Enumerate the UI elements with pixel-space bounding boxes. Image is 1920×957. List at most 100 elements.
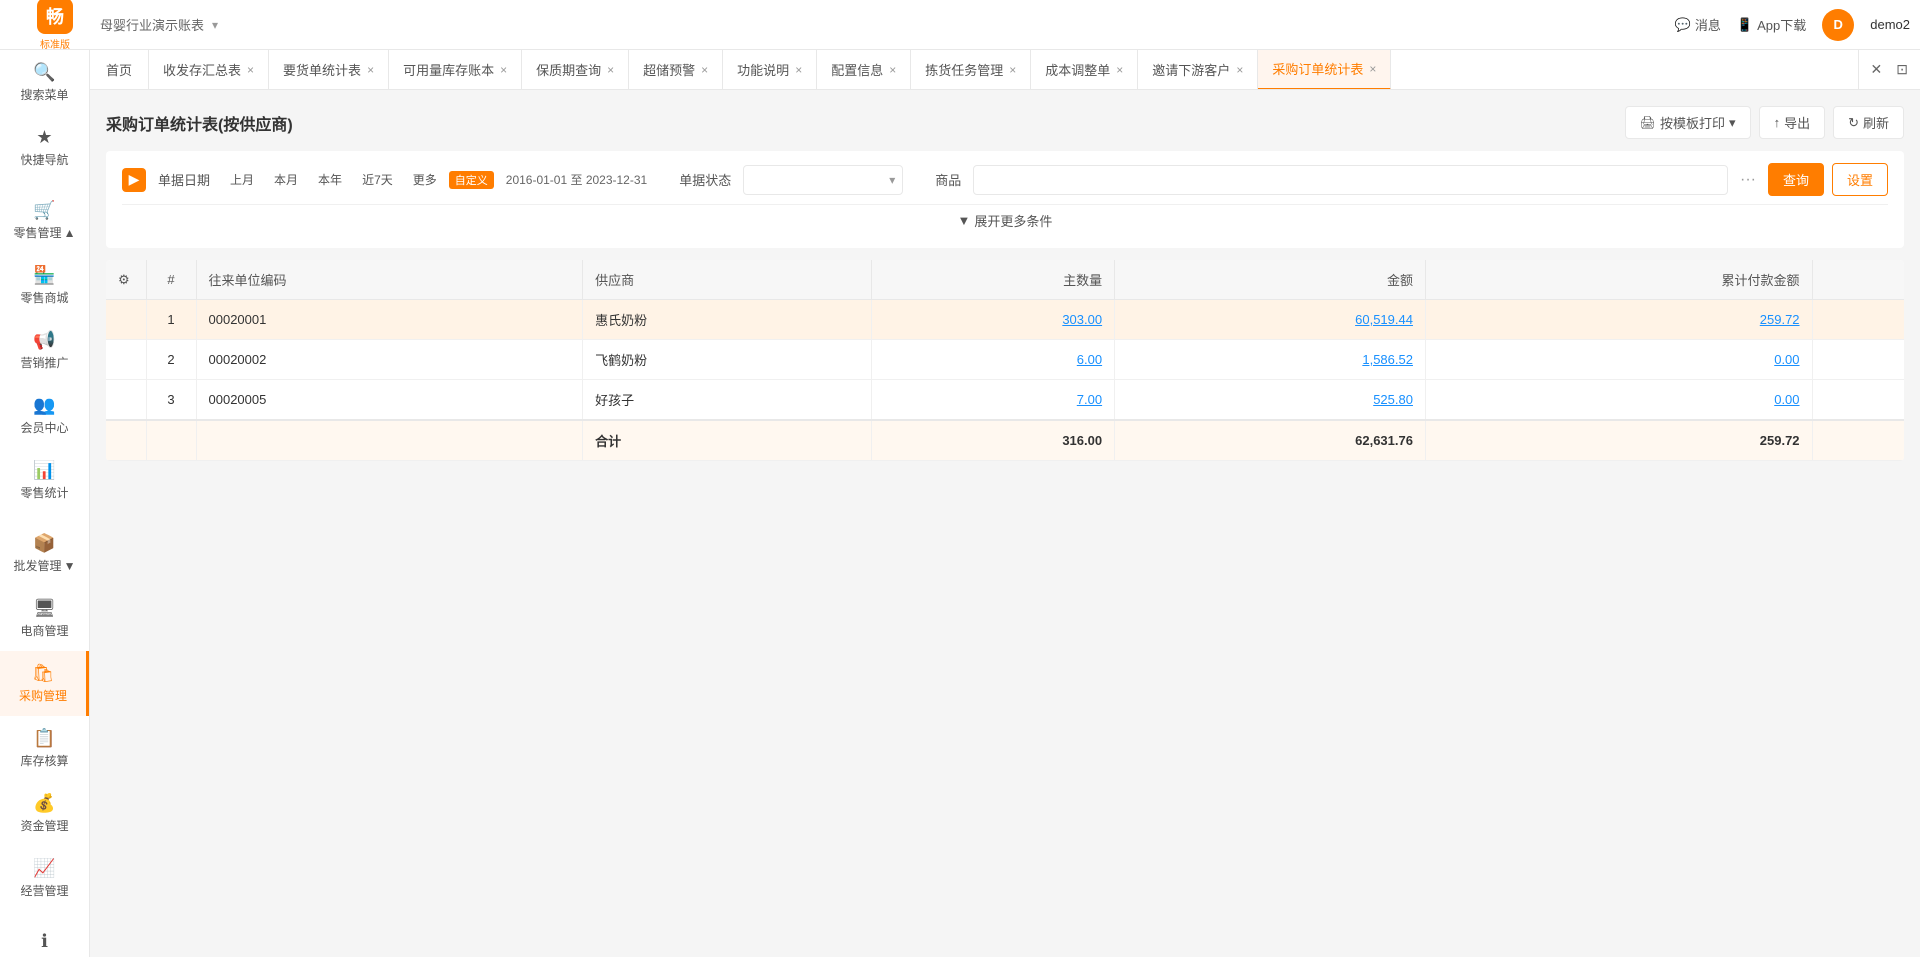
sidebar-item-finance[interactable]: 💰 资金管理	[0, 781, 89, 846]
table-row[interactable]: 2 00020002 飞鹤奶粉 6.00 1,586.52 0.00	[106, 340, 1904, 380]
tab-pick-task[interactable]: 拣货任务管理 ×	[911, 50, 1031, 90]
sidebar-item-member[interactable]: 👥 会员中心	[0, 383, 89, 448]
retail-mall-icon: 🏪	[33, 265, 55, 286]
cell-extra-0	[1812, 300, 1904, 340]
tab-cost-adjust-close[interactable]: ×	[1116, 63, 1123, 77]
inventory-icon: 📋	[33, 728, 55, 749]
print-label: 按模板打印	[1660, 113, 1725, 132]
sidebar-item-retail-stats[interactable]: 📊 零售统计	[0, 448, 89, 513]
expand-more-btn[interactable]: ▼ 展开更多条件	[122, 204, 1888, 236]
tab-purchase-summary[interactable]: 采购订单统计表 ×	[1258, 50, 1391, 90]
app-download-btn[interactable]: 📱 App下载	[1737, 15, 1806, 34]
goods-input[interactable]	[973, 165, 1728, 195]
date-filter-label: 单据日期	[158, 170, 210, 189]
tab-close-btn[interactable]: ✕	[1867, 59, 1887, 80]
tab-expiry-label: 保质期查询	[536, 60, 601, 79]
refresh-label: 刷新	[1863, 113, 1889, 132]
tab-invite-downstream[interactable]: 邀请下游客户 ×	[1138, 50, 1258, 90]
tab-requisition[interactable]: 要货单统计表 ×	[269, 50, 389, 90]
cell-quantity-1[interactable]: 6.00	[872, 340, 1115, 380]
cell-settings-2	[106, 380, 146, 421]
tab-available-stock-close[interactable]: ×	[500, 63, 507, 77]
shortcut-this-year[interactable]: 本年	[310, 169, 350, 190]
export-btn[interactable]: ↑ 导出	[1759, 106, 1826, 139]
shortcut-7days[interactable]: 近7天	[354, 169, 401, 190]
tab-home[interactable]: 首页	[90, 50, 149, 90]
sidebar-label-purchase: 采购管理	[19, 687, 67, 704]
tab-maximize-btn[interactable]: ⊡	[1892, 59, 1912, 80]
sidebar-item-wholesale[interactable]: 📦 批发管理 ▼	[0, 521, 89, 586]
cell-seq-2: 3	[146, 380, 196, 421]
tab-config-close[interactable]: ×	[889, 63, 896, 77]
sidebar-label-retail: 零售管理	[14, 224, 62, 241]
sidebar-item-search[interactable]: 🔍 搜索菜单	[0, 50, 89, 115]
cell-amount-1[interactable]: 1,586.52	[1115, 340, 1426, 380]
cell-paid-amount-0[interactable]: 259.72	[1425, 300, 1812, 340]
tab-overstock-close[interactable]: ×	[701, 63, 708, 77]
sidebar-item-retail[interactable]: 🛒 零售管理 ▲	[0, 188, 89, 253]
goods-filter-label: 商品	[935, 170, 961, 189]
status-select-wrapper	[743, 165, 903, 195]
tab-requisition-close[interactable]: ×	[367, 63, 374, 77]
tab-config[interactable]: 配置信息 ×	[817, 50, 911, 90]
user-name[interactable]: demo2	[1870, 17, 1910, 32]
member-icon: 👥	[33, 395, 55, 416]
print-btn[interactable]: 🖨 按模板打印 ▾	[1625, 106, 1751, 139]
col-settings[interactable]: ⚙	[106, 260, 146, 300]
tab-expiry-close[interactable]: ×	[607, 63, 614, 77]
workspace-dropdown-icon[interactable]: ▾	[212, 18, 218, 32]
sidebar-label-marketing: 营销推广	[20, 354, 68, 371]
cell-amount-2[interactable]: 525.80	[1115, 380, 1426, 421]
cell-quantity-0[interactable]: 303.00	[872, 300, 1115, 340]
avatar[interactable]: D	[1822, 9, 1854, 41]
print-icon: 🖨	[1640, 115, 1657, 131]
settings-btn[interactable]: 设置	[1832, 163, 1888, 196]
tab-available-stock[interactable]: 可用量库存账本 ×	[389, 50, 522, 90]
table-footer-row: 合计 316.00 62,631.76 259.72	[106, 420, 1904, 461]
expand-label: 展开更多条件	[974, 211, 1052, 230]
sidebar-item-ecommerce[interactable]: 🖥 电商管理	[0, 586, 89, 651]
sidebar-label-search: 搜索菜单	[20, 86, 68, 103]
table-row[interactable]: 1 00020001 惠氏奶粉 303.00 60,519.44 259.72	[106, 300, 1904, 340]
tab-purchase-summary-close[interactable]: ×	[1369, 62, 1376, 76]
cell-unit-code-1: 00020002	[196, 340, 583, 380]
tab-expiry[interactable]: 保质期查询 ×	[522, 50, 629, 90]
tab-invite-downstream-close[interactable]: ×	[1236, 63, 1243, 77]
tab-receive-close[interactable]: ×	[247, 63, 254, 77]
shortcut-last-month[interactable]: 上月	[222, 169, 262, 190]
sidebar-label-retail-mall: 零售商城	[20, 289, 68, 306]
shortcut-more[interactable]: 更多	[405, 169, 445, 190]
tab-pick-task-close[interactable]: ×	[1009, 63, 1016, 77]
cell-paid-amount-2[interactable]: 0.00	[1425, 380, 1812, 421]
sidebar-item-operations[interactable]: 📈 经营管理	[0, 846, 89, 911]
shortcut-this-month[interactable]: 本月	[266, 169, 306, 190]
wholesale-icon: 📦	[33, 533, 55, 554]
query-btn[interactable]: 查询	[1768, 163, 1824, 196]
col-seq: #	[146, 260, 196, 300]
sidebar-item-basic-info[interactable]: ℹ 基础信息	[0, 919, 89, 957]
tab-cost-adjust[interactable]: 成本调整单 ×	[1031, 50, 1138, 90]
tab-available-stock-label: 可用量库存账本	[403, 60, 494, 79]
tab-overstock[interactable]: 超储预警 ×	[629, 50, 723, 90]
refresh-btn[interactable]: ↻ 刷新	[1833, 106, 1904, 139]
sidebar-item-marketing[interactable]: 📢 营销推广	[0, 318, 89, 383]
sidebar-item-retail-mall[interactable]: 🏪 零售商城	[0, 253, 89, 318]
col-paid-amount: 累计付款金额	[1425, 260, 1812, 300]
cell-quantity-2[interactable]: 7.00	[872, 380, 1115, 421]
cell-paid-amount-1[interactable]: 0.00	[1425, 340, 1812, 380]
sidebar-item-shortcuts[interactable]: ★ 快捷导航	[0, 115, 89, 180]
sidebar-item-inventory[interactable]: 📋 库存核算	[0, 716, 89, 781]
filter-toggle-btn[interactable]: ▶	[122, 168, 146, 192]
filter-row-1: ▶ 单据日期 上月 本月 本年 近7天 更多 自定义 2016-01-01 至 …	[122, 163, 1888, 196]
message-btn[interactable]: 💬 消息	[1675, 15, 1721, 34]
table-row[interactable]: 3 00020005 好孩子 7.00 525.80 0.00	[106, 380, 1904, 421]
cell-settings-0	[106, 300, 146, 340]
tab-function-desc[interactable]: 功能说明 ×	[723, 50, 817, 90]
goods-more-btn[interactable]: ···	[1740, 171, 1756, 189]
col-supplier: 供应商	[583, 260, 872, 300]
tab-function-desc-close[interactable]: ×	[795, 63, 802, 77]
sidebar-item-purchase[interactable]: 🛍 采购管理	[0, 651, 89, 716]
status-select[interactable]	[743, 165, 903, 195]
tab-receive[interactable]: 收发存汇总表 ×	[149, 50, 269, 90]
cell-amount-0[interactable]: 60,519.44	[1115, 300, 1426, 340]
